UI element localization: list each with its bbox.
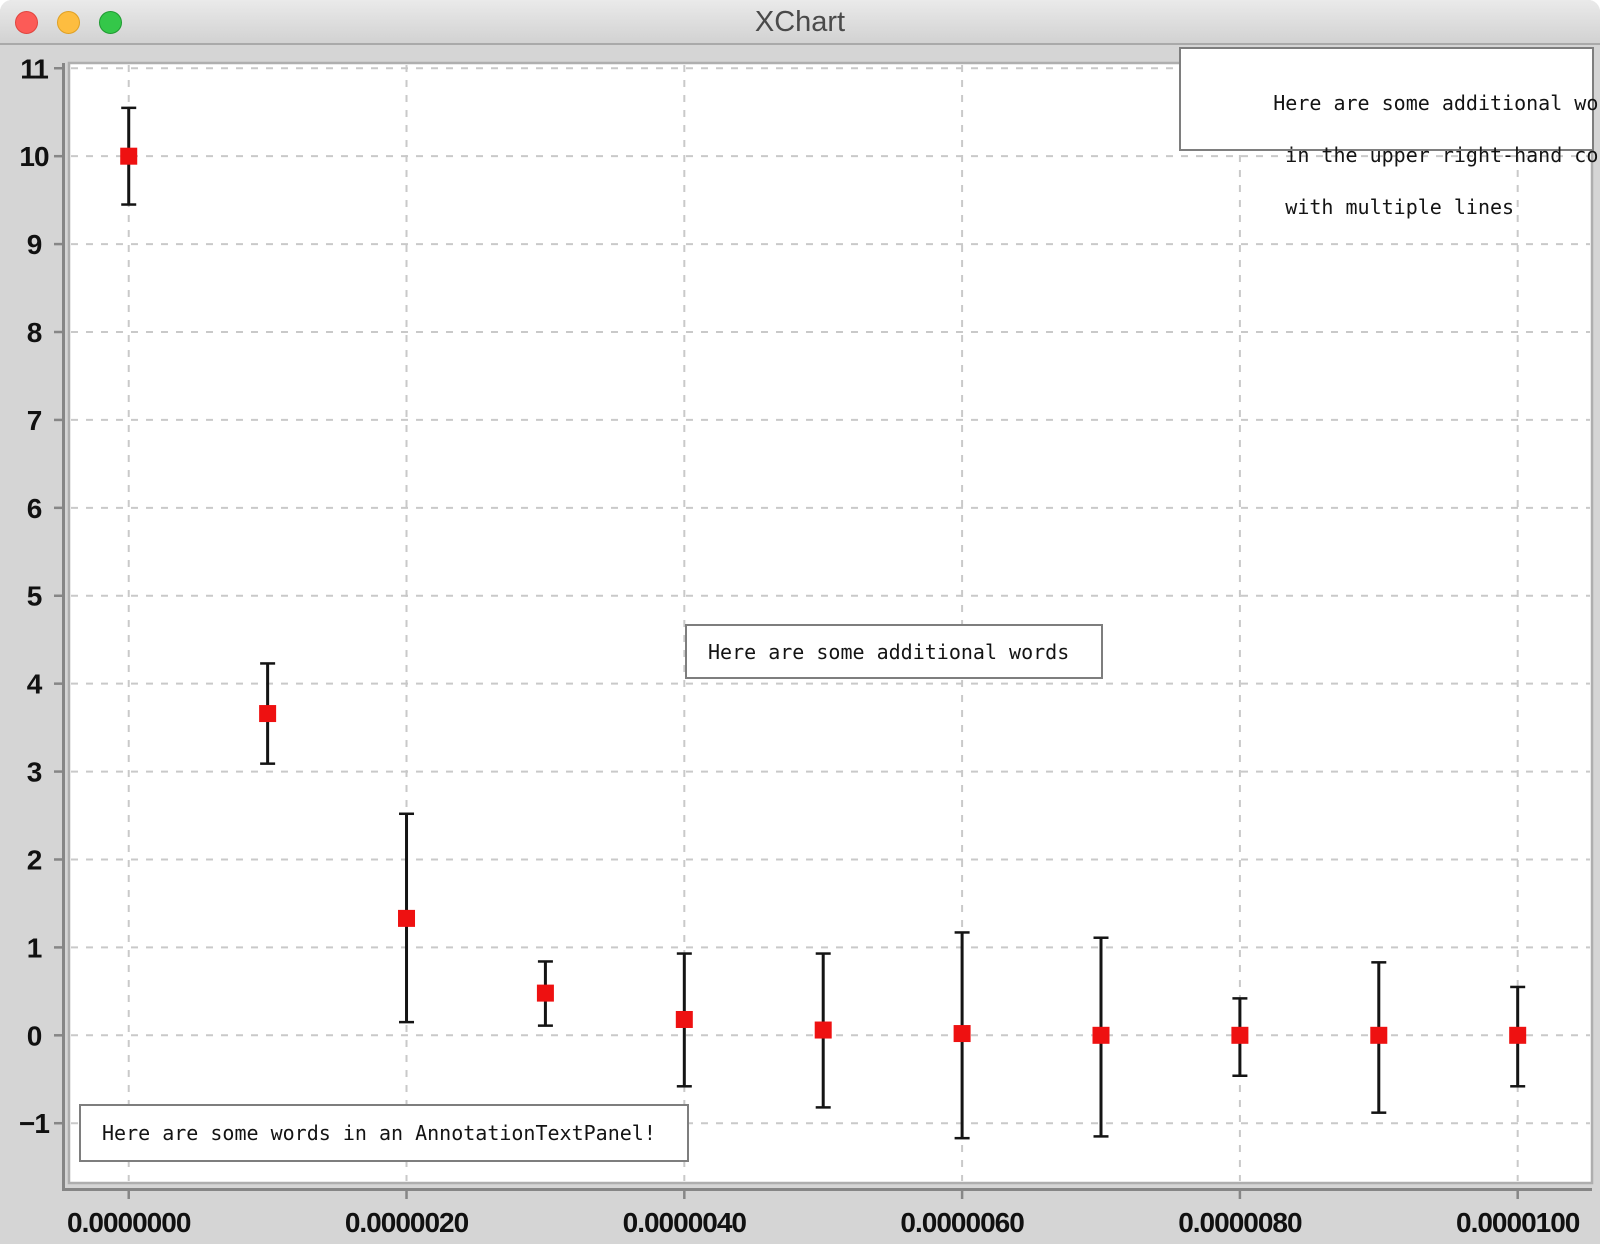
svg-text:8: 8 (27, 317, 42, 348)
annotation-line: in the upper right-hand corner (1285, 143, 1600, 167)
chart-panel: −1 0 1 2 3 4 5 6 7 8 9 10 11 0.0000000 0.0000020 0.0000… (0, 45, 1600, 1244)
data-point-marker (1370, 1026, 1388, 1044)
x-axis-tick-labels: 0.0000000 0.0000020 0.0000040 0.0000060 0.00… (67, 1207, 1581, 1238)
svg-text:7: 7 (27, 405, 42, 436)
window-title: XChart (754, 6, 846, 38)
data-point-marker (259, 705, 277, 723)
data-point-marker (398, 909, 416, 927)
zoom-button[interactable] (99, 11, 122, 34)
svg-text:5: 5 (27, 581, 42, 612)
annotation-line: Here are some additional words (1273, 91, 1600, 115)
svg-text:−1: −1 (19, 1108, 49, 1139)
annotation-middle: Here are some additional words (685, 624, 1103, 679)
data-point-marker (675, 1010, 693, 1028)
plot-area (67, 61, 1594, 1185)
data-point-marker (120, 147, 138, 165)
data-point-marker (536, 984, 554, 1002)
data-point-marker (1092, 1026, 1110, 1044)
y-axis-tick-labels: −1 0 1 2 3 4 5 6 7 8 9 10 11 (19, 53, 50, 1139)
svg-text:3: 3 (27, 757, 42, 788)
svg-text:11: 11 (20, 53, 48, 84)
annotation-text: Here are some additional words (708, 639, 1070, 664)
svg-text:0.0000100: 0.0000100 (1456, 1207, 1580, 1238)
svg-text:0.0000080: 0.0000080 (1178, 1207, 1302, 1238)
minimize-button[interactable] (57, 11, 80, 34)
svg-text:4: 4 (27, 669, 43, 700)
svg-text:2: 2 (27, 844, 42, 875)
svg-text:10: 10 (19, 141, 49, 172)
svg-text:0.0000000: 0.0000000 (67, 1207, 191, 1238)
titlebar: XChart (0, 0, 1600, 45)
annotation-bottom-left: Here are some words in an AnnotationText… (79, 1104, 689, 1162)
traffic-lights (15, 11, 122, 34)
annotation-text: Here are some words in an AnnotationText… (102, 1121, 656, 1145)
annotation-line: with multiple lines (1273, 195, 1515, 219)
svg-text:0: 0 (27, 1020, 42, 1051)
svg-text:6: 6 (27, 493, 42, 524)
svg-text:0.0000020: 0.0000020 (345, 1207, 469, 1238)
app-window: XChart −1 0 1 2 3 4 5 6 7 8 9 10 11 0.0000000 0.000002… (0, 0, 1600, 1244)
annotation-top-right: Here are some additional words in the up… (1179, 47, 1600, 219)
data-point-marker (814, 1021, 832, 1039)
svg-text:1: 1 (27, 932, 42, 963)
data-point-marker (1231, 1026, 1249, 1044)
data-point-marker (953, 1025, 971, 1043)
svg-text:9: 9 (27, 229, 42, 260)
svg-text:0.0000060: 0.0000060 (900, 1207, 1024, 1238)
data-point-marker (1509, 1026, 1527, 1044)
svg-text:0.0000040: 0.0000040 (623, 1207, 747, 1238)
close-button[interactable] (15, 11, 38, 34)
